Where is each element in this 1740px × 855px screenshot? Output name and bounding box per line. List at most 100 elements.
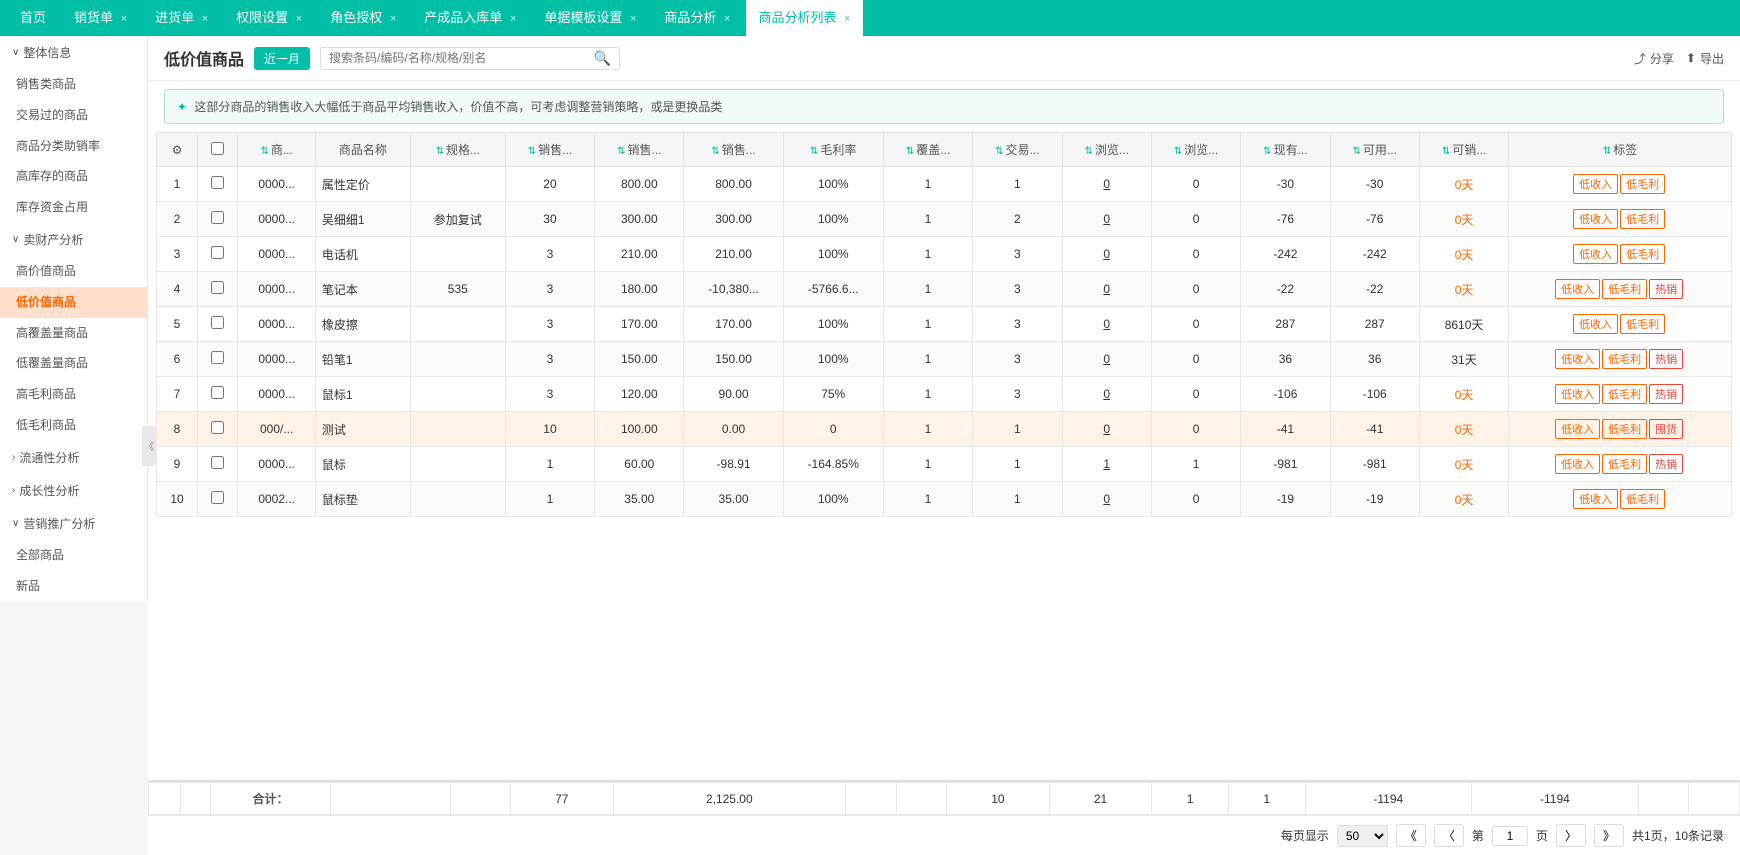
nav-template-settings[interactable]: 单据模板设置 × [532,0,648,36]
sidebar-section-marketing[interactable]: ∨ 营销推广分析 [0,507,147,540]
sidebar-item-category-rate[interactable]: 商品分类助销率 [0,131,147,162]
browse1-value[interactable]: 1 [1103,457,1110,471]
cell-checkbox[interactable] [198,202,238,237]
nav-product-analysis[interactable]: 商品分析 × [652,0,742,36]
cell-browse1[interactable]: 0 [1062,272,1151,307]
first-page-button[interactable]: 《 [1396,824,1426,847]
cell-browse1[interactable]: 0 [1062,342,1151,377]
col-coverage[interactable]: ⇅覆盖... [883,133,972,167]
col-sales-qty[interactable]: ⇅销售... [505,133,594,167]
sidebar-collapse-button[interactable]: 《 [142,426,156,466]
share-button[interactable]: ⤴ 分享 [1634,50,1674,67]
nav-sales-order-close[interactable]: × [121,13,127,25]
browse1-value[interactable]: 0 [1103,317,1110,331]
sidebar-section-growth[interactable]: › 成长性分析 [0,474,147,507]
cell-browse1[interactable]: 0 [1062,377,1151,412]
col-sales-price[interactable]: ⇅销售... [595,133,684,167]
row-checkbox[interactable] [211,211,224,224]
sidebar-section-overall[interactable]: ∨ 整体信息 [0,36,147,69]
col-sellable[interactable]: ⇅可销... [1419,133,1508,167]
cell-browse1[interactable]: 0 [1062,482,1151,517]
nav-permissions-close[interactable]: × [296,13,302,25]
sidebar-item-high-stock[interactable]: 高库存的商品 [0,161,147,192]
nav-product-storage[interactable]: 产成品入库单 × [412,0,528,36]
col-current-stock[interactable]: ⇅现有... [1241,133,1330,167]
browse1-value[interactable]: 0 [1103,177,1110,191]
cell-checkbox[interactable] [198,377,238,412]
sidebar-item-stock-capital[interactable]: 库存资金占用 [0,192,147,223]
browse1-value[interactable]: 0 [1103,247,1110,261]
page-number-input[interactable] [1492,826,1528,846]
sidebar-section-asset[interactable]: ∨ 卖财产分析 [0,223,147,256]
next-page-button[interactable]: 〉 [1556,824,1586,847]
browse1-value[interactable]: 0 [1103,492,1110,506]
nav-role-auth[interactable]: 角色授权 × [318,0,408,36]
row-checkbox[interactable] [211,386,224,399]
browse1-value[interactable]: 0 [1103,282,1110,296]
table-container[interactable]: ⚙ ⇅商... 商品名称 ⇅规格... ⇅销售... ⇅销售... ⇅销售...… [148,132,1740,780]
cell-browse1[interactable]: 1 [1062,447,1151,482]
sidebar-item-high-value[interactable]: 高价值商品 [0,256,147,287]
sidebar-item-low-value[interactable]: 低价值商品 [0,287,147,318]
browse1-value[interactable]: 0 [1103,212,1110,226]
col-transactions[interactable]: ⇅交易... [973,133,1062,167]
row-checkbox[interactable] [211,491,224,504]
search-input[interactable] [329,51,594,65]
col-gross-rate[interactable]: ⇅毛利率 [783,133,883,167]
cell-browse1[interactable]: 0 [1062,237,1151,272]
nav-home[interactable]: 首页 [8,0,58,36]
browse1-value[interactable]: 0 [1103,352,1110,366]
col-checkbox[interactable] [198,133,238,167]
sidebar-item-high-profit[interactable]: 高毛利商品 [0,379,147,410]
col-browse1[interactable]: ⇅浏览... [1062,133,1151,167]
col-spec[interactable]: ⇅规格... [410,133,505,167]
row-checkbox[interactable] [211,281,224,294]
row-checkbox[interactable] [211,176,224,189]
cell-browse1[interactable]: 0 [1062,412,1151,447]
row-checkbox[interactable] [211,351,224,364]
cell-browse1[interactable]: 0 [1062,307,1151,342]
cell-browse1[interactable]: 0 [1062,167,1151,202]
cell-checkbox[interactable] [198,272,238,307]
cell-browse1[interactable]: 0 [1062,202,1151,237]
col-settings[interactable]: ⚙ [157,133,198,167]
browse1-value[interactable]: 0 [1103,422,1110,436]
cell-checkbox[interactable] [198,447,238,482]
export-button[interactable]: ⬆ 导出 [1686,50,1724,67]
sidebar-item-sales-products[interactable]: 销售类商品 [0,69,147,100]
nav-purchase-order[interactable]: 进货单 × [143,0,220,36]
per-page-select[interactable]: 50 100 200 [1337,825,1388,847]
sidebar-item-new-products[interactable]: 新品 [0,571,147,602]
sidebar-item-traded-products[interactable]: 交易过的商品 [0,100,147,131]
sidebar-item-high-coverage[interactable]: 高覆盖量商品 [0,318,147,349]
col-sales-amount[interactable]: ⇅销售... [684,133,783,167]
nav-purchase-order-close[interactable]: × [202,13,208,25]
last-page-button[interactable]: 》 [1594,824,1624,847]
cell-checkbox[interactable] [198,412,238,447]
sidebar-item-all-products[interactable]: 全部商品 [0,540,147,571]
browse1-value[interactable]: 0 [1103,387,1110,401]
col-code[interactable]: ⇅商... [238,133,315,167]
nav-product-analysis-list[interactable]: 商品分析列表 × [746,0,862,36]
cell-checkbox[interactable] [198,482,238,517]
prev-page-button[interactable]: 〈 [1434,824,1464,847]
row-checkbox[interactable] [211,316,224,329]
row-checkbox[interactable] [211,246,224,259]
sidebar-item-low-profit[interactable]: 低毛利商品 [0,410,147,441]
nav-product-analysis-close[interactable]: × [724,13,730,25]
sidebar-section-liquidity[interactable]: › 流通性分析 [0,441,147,474]
filter-recent-month-button[interactable]: 近一月 [254,47,310,70]
nav-product-storage-close[interactable]: × [510,13,516,25]
col-browse2[interactable]: ⇅浏览... [1151,133,1240,167]
cell-checkbox[interactable] [198,342,238,377]
sidebar-item-low-coverage[interactable]: 低覆盖量商品 [0,348,147,379]
cell-checkbox[interactable] [198,237,238,272]
nav-sales-order[interactable]: 销货单 × [62,0,139,36]
row-checkbox[interactable] [211,456,224,469]
nav-product-analysis-list-close[interactable]: × [844,13,850,25]
col-name[interactable]: 商品名称 [315,133,410,167]
select-all-checkbox[interactable] [211,142,224,155]
col-tags[interactable]: ⇅标签 [1509,133,1732,167]
col-available[interactable]: ⇅可用... [1330,133,1419,167]
nav-template-settings-close[interactable]: × [630,13,636,25]
